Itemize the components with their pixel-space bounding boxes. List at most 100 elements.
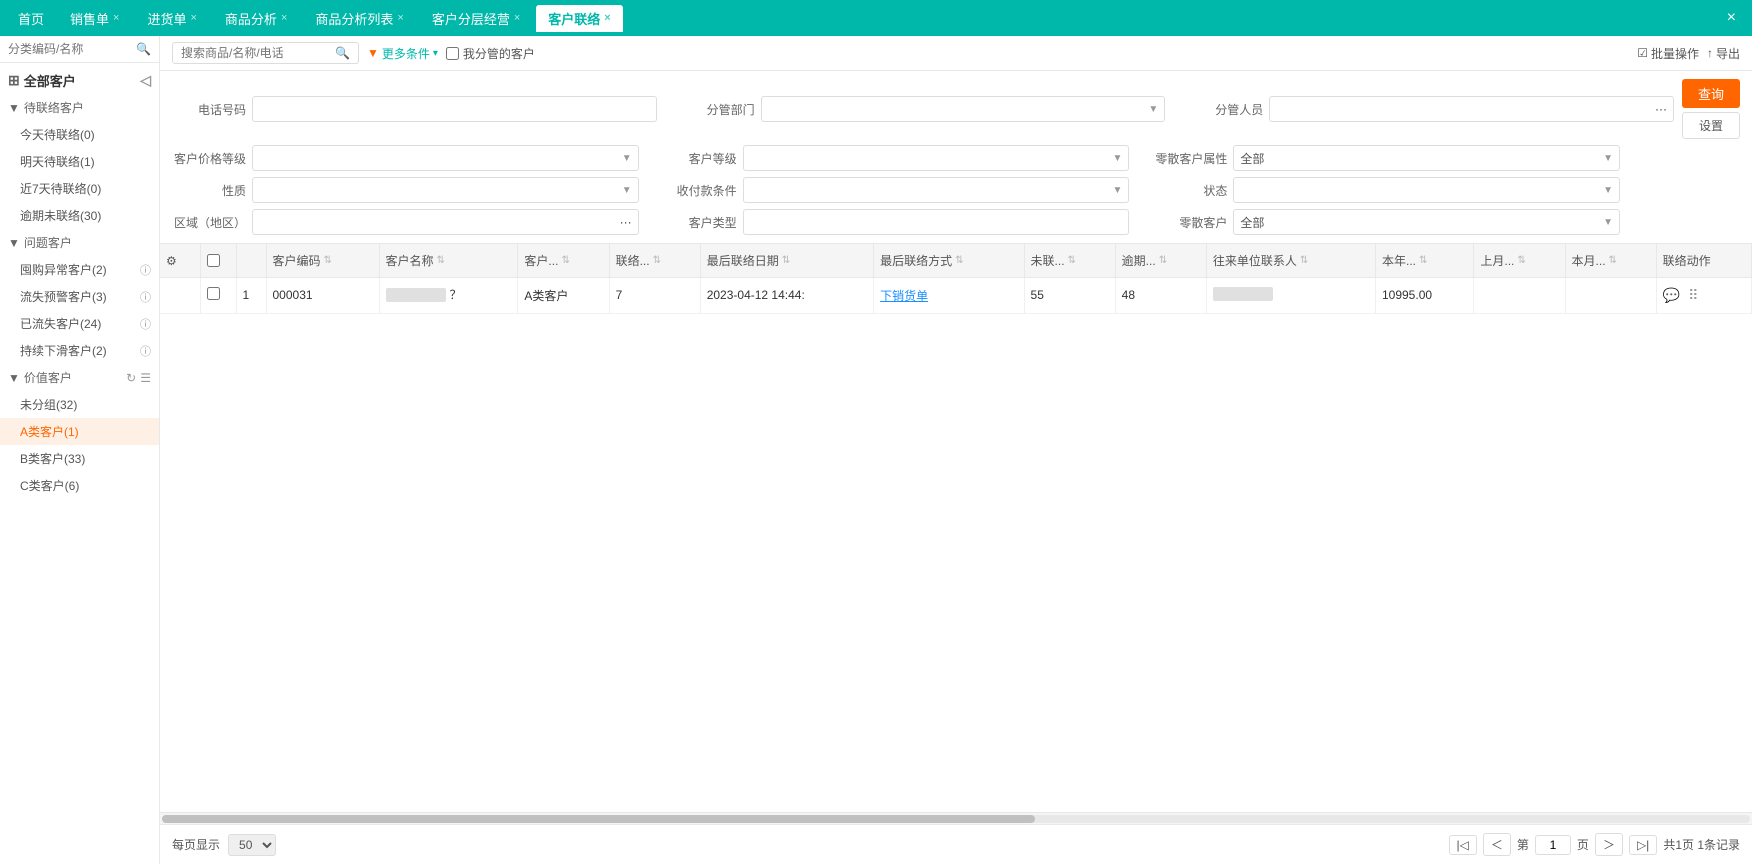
add-group-icon[interactable]: ☰ bbox=[140, 371, 151, 385]
sidebar-item-unclassified[interactable]: 未分组(32) bbox=[0, 391, 159, 418]
th-code[interactable]: 客户编码 ⇅ bbox=[266, 244, 379, 278]
churn-warning-info-icon[interactable]: ⓘ bbox=[140, 289, 151, 305]
customer-type-select[interactable] bbox=[743, 209, 1130, 235]
th-contact-person[interactable]: 往来单位联系人 ⇅ bbox=[1206, 244, 1375, 278]
sidebar-item-class-c[interactable]: C类客户(6) bbox=[0, 472, 159, 499]
td-checkbox[interactable] bbox=[200, 278, 236, 314]
page-size-select[interactable]: 50 bbox=[228, 834, 276, 856]
sidebar-item-declining[interactable]: 持续下滑客户(2) ⓘ bbox=[0, 337, 159, 364]
th-not-contacted[interactable]: 未联... ⇅ bbox=[1024, 244, 1115, 278]
export-btn[interactable]: ↑ 导出 bbox=[1707, 45, 1740, 62]
batch-ops-btn[interactable]: ☑ 批量操作 bbox=[1637, 45, 1699, 62]
collapse-sidebar-btn[interactable]: ◁ bbox=[140, 72, 151, 89]
sidebar-item-7days[interactable]: 近7天待联络(0) bbox=[0, 175, 159, 202]
last-method-link[interactable]: 下销货单 bbox=[880, 289, 928, 303]
th-last-contact-method[interactable]: 最后联络方式 ⇅ bbox=[874, 244, 1024, 278]
group-label-pending: 待联络客户 bbox=[24, 99, 84, 116]
filter-more-btn[interactable]: ▼ 更多条件 ▾ bbox=[367, 45, 438, 62]
price-level-label: 客户价格等级 bbox=[172, 150, 252, 167]
th-settings[interactable]: ⚙ bbox=[160, 244, 200, 278]
nav-tab-customer-segment[interactable]: 客户分层经营 × bbox=[420, 5, 532, 32]
nature-select[interactable]: ▼ bbox=[252, 177, 639, 203]
close-purchase-tab[interactable]: × bbox=[190, 12, 196, 24]
settings-btn[interactable]: 设置 bbox=[1682, 112, 1740, 139]
th-name[interactable]: 客户名称 ⇅ bbox=[379, 244, 518, 278]
next-page-btn[interactable]: ＞ bbox=[1595, 833, 1623, 856]
churn-warning-label: 流失预警客户(3) bbox=[20, 288, 107, 305]
retail-customer-val: 全部 bbox=[1240, 214, 1599, 231]
sidebar-item-class-b[interactable]: B类客户(33) bbox=[0, 445, 159, 472]
region-input[interactable]: ··· bbox=[252, 209, 639, 235]
sidebar-item-class-a[interactable]: A类客户(1) bbox=[0, 418, 159, 445]
page-unit: 页 bbox=[1577, 836, 1589, 853]
scrollbar-track[interactable] bbox=[162, 815, 1750, 823]
close-contact-tab[interactable]: × bbox=[604, 12, 610, 24]
query-btn[interactable]: 查询 bbox=[1682, 79, 1740, 108]
status-select[interactable]: ▼ bbox=[1233, 177, 1620, 203]
sidebar-item-hoarding[interactable]: 囤购异常客户(2) ⓘ bbox=[0, 256, 159, 283]
sidebar-item-churned[interactable]: 已流失客户(24) ⓘ bbox=[0, 310, 159, 337]
price-level-select[interactable]: ▼ bbox=[252, 145, 639, 171]
retail-customer-select[interactable]: 全部 ▼ bbox=[1233, 209, 1620, 235]
close-analysis-list-tab[interactable]: × bbox=[397, 12, 403, 24]
th-checkbox[interactable] bbox=[200, 244, 236, 278]
dept-select[interactable]: ▼ bbox=[761, 96, 1166, 122]
group-pending-contact[interactable]: ▼ 待联络客户 bbox=[0, 94, 159, 121]
message-action-icon[interactable]: 💬 bbox=[1663, 287, 1680, 304]
sidebar-item-churn-warning[interactable]: 流失预警客户(3) ⓘ bbox=[0, 283, 159, 310]
th-customer-type[interactable]: 客户... ⇅ bbox=[518, 244, 609, 278]
th-cp-label: 往来单位联系人 bbox=[1213, 252, 1297, 269]
last-page-btn[interactable]: ▷| bbox=[1629, 835, 1657, 855]
row-checkbox[interactable] bbox=[207, 287, 220, 300]
th-overdue-label: 逾期... bbox=[1122, 252, 1156, 269]
sidebar-item-tomorrow[interactable]: 明天待联络(1) bbox=[0, 148, 159, 175]
churned-label: 已流失客户(24) bbox=[20, 315, 101, 332]
th-last-month[interactable]: 上月... ⇅ bbox=[1474, 244, 1565, 278]
group-value-customers[interactable]: ▼ 价值客户 ↻ ☰ bbox=[0, 364, 159, 391]
refresh-icon[interactable]: ↻ bbox=[126, 371, 136, 385]
filter-search-input[interactable] bbox=[181, 46, 331, 60]
horizontal-scrollbar[interactable] bbox=[160, 812, 1752, 824]
qr-action-icon[interactable]: ⠿ bbox=[1688, 287, 1698, 304]
sidebar-item-overdue[interactable]: 逾期未联络(30) bbox=[0, 202, 159, 229]
prev-page-btn[interactable]: ＜ bbox=[1483, 833, 1511, 856]
retail-attr-select[interactable]: 全部 ▼ bbox=[1233, 145, 1620, 171]
th-overdue[interactable]: 逾期... ⇅ bbox=[1115, 244, 1206, 278]
th-this-month[interactable]: 本月... ⇅ bbox=[1565, 244, 1656, 278]
nav-tab-customer-contact[interactable]: 客户联络 × bbox=[536, 5, 622, 32]
sidebar-all-customers-header: ⊞ 全部客户 ◁ bbox=[0, 63, 159, 94]
my-customers-checkbox[interactable] bbox=[446, 47, 459, 60]
phone-input[interactable] bbox=[252, 96, 657, 122]
declining-info-icon[interactable]: ⓘ bbox=[140, 343, 151, 359]
select-all-checkbox[interactable] bbox=[207, 254, 220, 267]
group-problem-customers[interactable]: ▼ 问题客户 bbox=[0, 229, 159, 256]
payment-select[interactable]: ▼ bbox=[743, 177, 1130, 203]
page-input[interactable] bbox=[1535, 835, 1571, 855]
churned-info-icon[interactable]: ⓘ bbox=[140, 316, 151, 332]
close-analysis-tab[interactable]: × bbox=[281, 12, 287, 24]
th-contact-count[interactable]: 联络... ⇅ bbox=[609, 244, 700, 278]
customer-level-select[interactable]: ▼ bbox=[743, 145, 1130, 171]
th-this-year[interactable]: 本年... ⇅ bbox=[1375, 244, 1473, 278]
nav-tab-purchase[interactable]: 进货单 × bbox=[135, 5, 208, 32]
filter-search-icon[interactable]: 🔍 bbox=[335, 46, 350, 60]
first-page-btn[interactable]: |◁ bbox=[1449, 835, 1477, 855]
close-sales-tab[interactable]: × bbox=[113, 12, 119, 24]
nav-tab-sales[interactable]: 销售单 × bbox=[58, 5, 131, 32]
sidebar-search-input[interactable] bbox=[8, 42, 132, 56]
nav-tab-analysis-list[interactable]: 商品分析列表 × bbox=[303, 5, 415, 32]
th-method-label: 最后联络方式 bbox=[880, 252, 952, 269]
td-last-method[interactable]: 下销货单 bbox=[874, 278, 1024, 314]
table-area: ⚙ 客户编码 ⇅ bbox=[160, 244, 1752, 812]
scrollbar-thumb[interactable] bbox=[162, 815, 1035, 823]
manager-input[interactable]: ··· bbox=[1269, 96, 1674, 122]
hoarding-info-icon[interactable]: ⓘ bbox=[140, 262, 151, 278]
close-all-tabs[interactable]: × bbox=[1719, 9, 1744, 27]
nav-home[interactable]: 首页 bbox=[8, 5, 54, 32]
nav-tab-analysis[interactable]: 商品分析 × bbox=[213, 5, 299, 32]
th-last-contact-date[interactable]: 最后联络日期 ⇅ bbox=[700, 244, 873, 278]
close-segment-tab[interactable]: × bbox=[514, 12, 520, 24]
td-customer-type: A类客户 bbox=[518, 278, 609, 314]
sidebar-item-today[interactable]: 今天待联络(0) bbox=[0, 121, 159, 148]
sidebar-search-icon[interactable]: 🔍 bbox=[136, 42, 151, 56]
